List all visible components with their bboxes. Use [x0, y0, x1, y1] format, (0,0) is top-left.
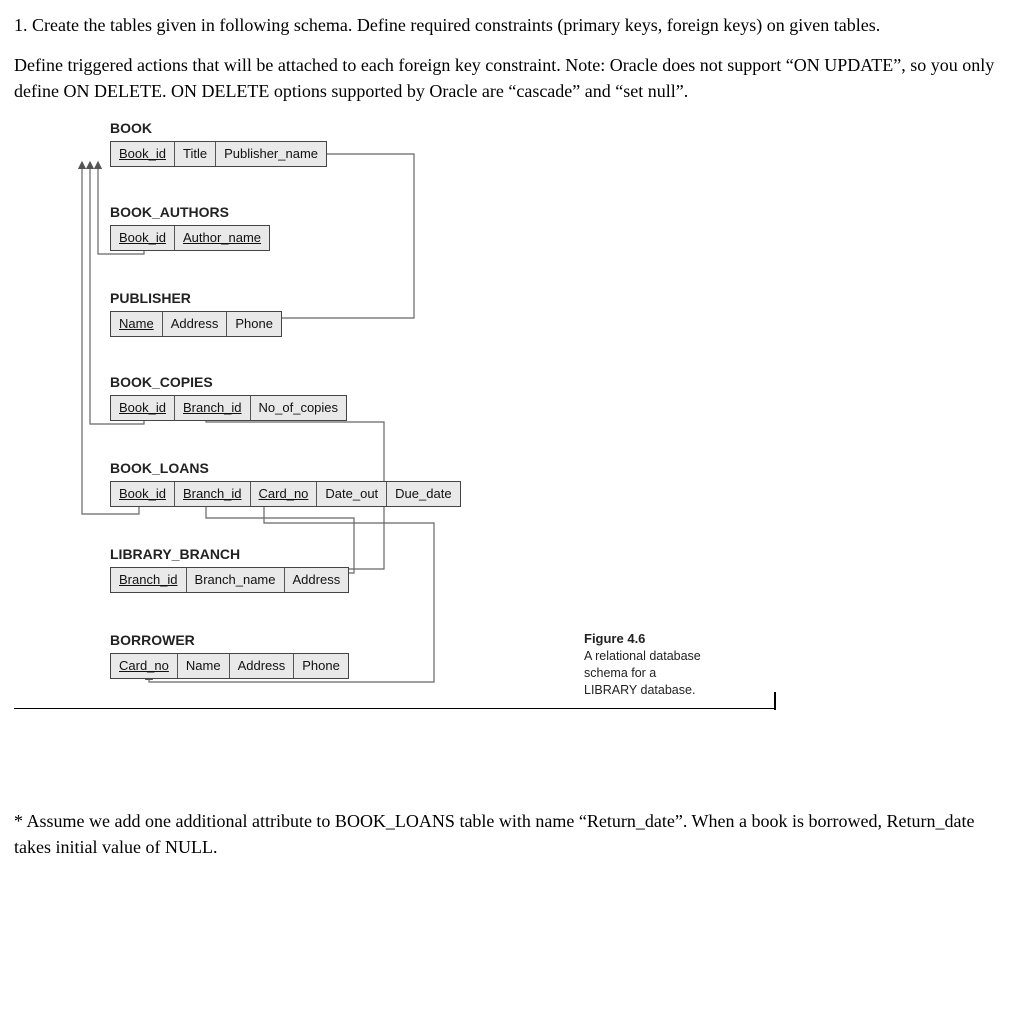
col-branch-id: Branch_id: [111, 568, 187, 593]
figure-caption-line-3: LIBRARY database.: [584, 683, 695, 697]
table-book: BOOK Book_id Title Publisher_name: [110, 118, 327, 167]
col-no-of-copies: No_of_copies: [251, 396, 347, 421]
col-branch-id: Branch_id: [175, 482, 251, 507]
table-borrower: BORROWER Card_no Name Address Phone: [110, 630, 349, 679]
col-address: Address: [285, 568, 349, 593]
table-book-authors: BOOK_AUTHORS Book_id Author_name: [110, 202, 270, 251]
table-title-book-authors: BOOK_AUTHORS: [110, 202, 270, 222]
question-paragraph-1: 1. Create the tables given in following …: [14, 12, 1011, 38]
table-title-book: BOOK: [110, 118, 327, 138]
col-phone: Phone: [227, 312, 281, 337]
table-row: Book_id Branch_id Card_no Date_out Due_d…: [110, 481, 461, 508]
col-branch-name: Branch_name: [187, 568, 285, 593]
col-publisher-name: Publisher_name: [216, 142, 326, 167]
figure-caption: Figure 4.6 A relational database schema …: [584, 630, 784, 699]
schema-diagram: BOOK Book_id Title Publisher_name BOOK_A…: [14, 118, 1010, 758]
col-title: Title: [175, 142, 216, 167]
col-date-out: Date_out: [317, 482, 387, 507]
col-book-id: Book_id: [111, 396, 175, 421]
figure-number: Figure 4.6: [584, 631, 645, 646]
table-row: Name Address Phone: [110, 311, 282, 338]
table-row: Book_id Author_name: [110, 225, 270, 252]
col-card-no: Card_no: [111, 654, 178, 679]
col-book-id: Book_id: [111, 142, 175, 167]
divider-line: [14, 708, 774, 709]
table-row: Card_no Name Address Phone: [110, 653, 349, 680]
col-address: Address: [230, 654, 295, 679]
col-branch-id: Branch_id: [175, 396, 251, 421]
table-title-borrower: BORROWER: [110, 630, 349, 650]
footnote: * Assume we add one additional attribute…: [14, 808, 1011, 860]
col-due-date: Due_date: [387, 482, 459, 507]
table-book-loans: BOOK_LOANS Book_id Branch_id Card_no Dat…: [110, 458, 461, 507]
table-book-copies: BOOK_COPIES Book_id Branch_id No_of_copi…: [110, 372, 347, 421]
col-book-id: Book_id: [111, 226, 175, 251]
table-title-book-copies: BOOK_COPIES: [110, 372, 347, 392]
table-row: Book_id Branch_id No_of_copies: [110, 395, 347, 422]
figure-caption-line-1: A relational database: [584, 649, 701, 663]
table-row: Branch_id Branch_name Address: [110, 567, 349, 594]
figure-caption-line-2: schema for a: [584, 666, 656, 680]
col-card-no: Card_no: [251, 482, 318, 507]
col-name: Name: [111, 312, 163, 337]
table-row: Book_id Title Publisher_name: [110, 141, 327, 168]
text-cursor: [774, 692, 776, 710]
table-title-library-branch: LIBRARY_BRANCH: [110, 544, 349, 564]
col-book-id: Book_id: [111, 482, 175, 507]
table-library-branch: LIBRARY_BRANCH Branch_id Branch_name Add…: [110, 544, 349, 593]
table-title-book-loans: BOOK_LOANS: [110, 458, 461, 478]
col-phone: Phone: [294, 654, 348, 679]
col-name: Name: [178, 654, 230, 679]
col-author-name: Author_name: [175, 226, 269, 251]
table-publisher: PUBLISHER Name Address Phone: [110, 288, 282, 337]
col-address: Address: [163, 312, 228, 337]
table-title-publisher: PUBLISHER: [110, 288, 282, 308]
question-paragraph-2: Define triggered actions that will be at…: [14, 52, 1011, 104]
